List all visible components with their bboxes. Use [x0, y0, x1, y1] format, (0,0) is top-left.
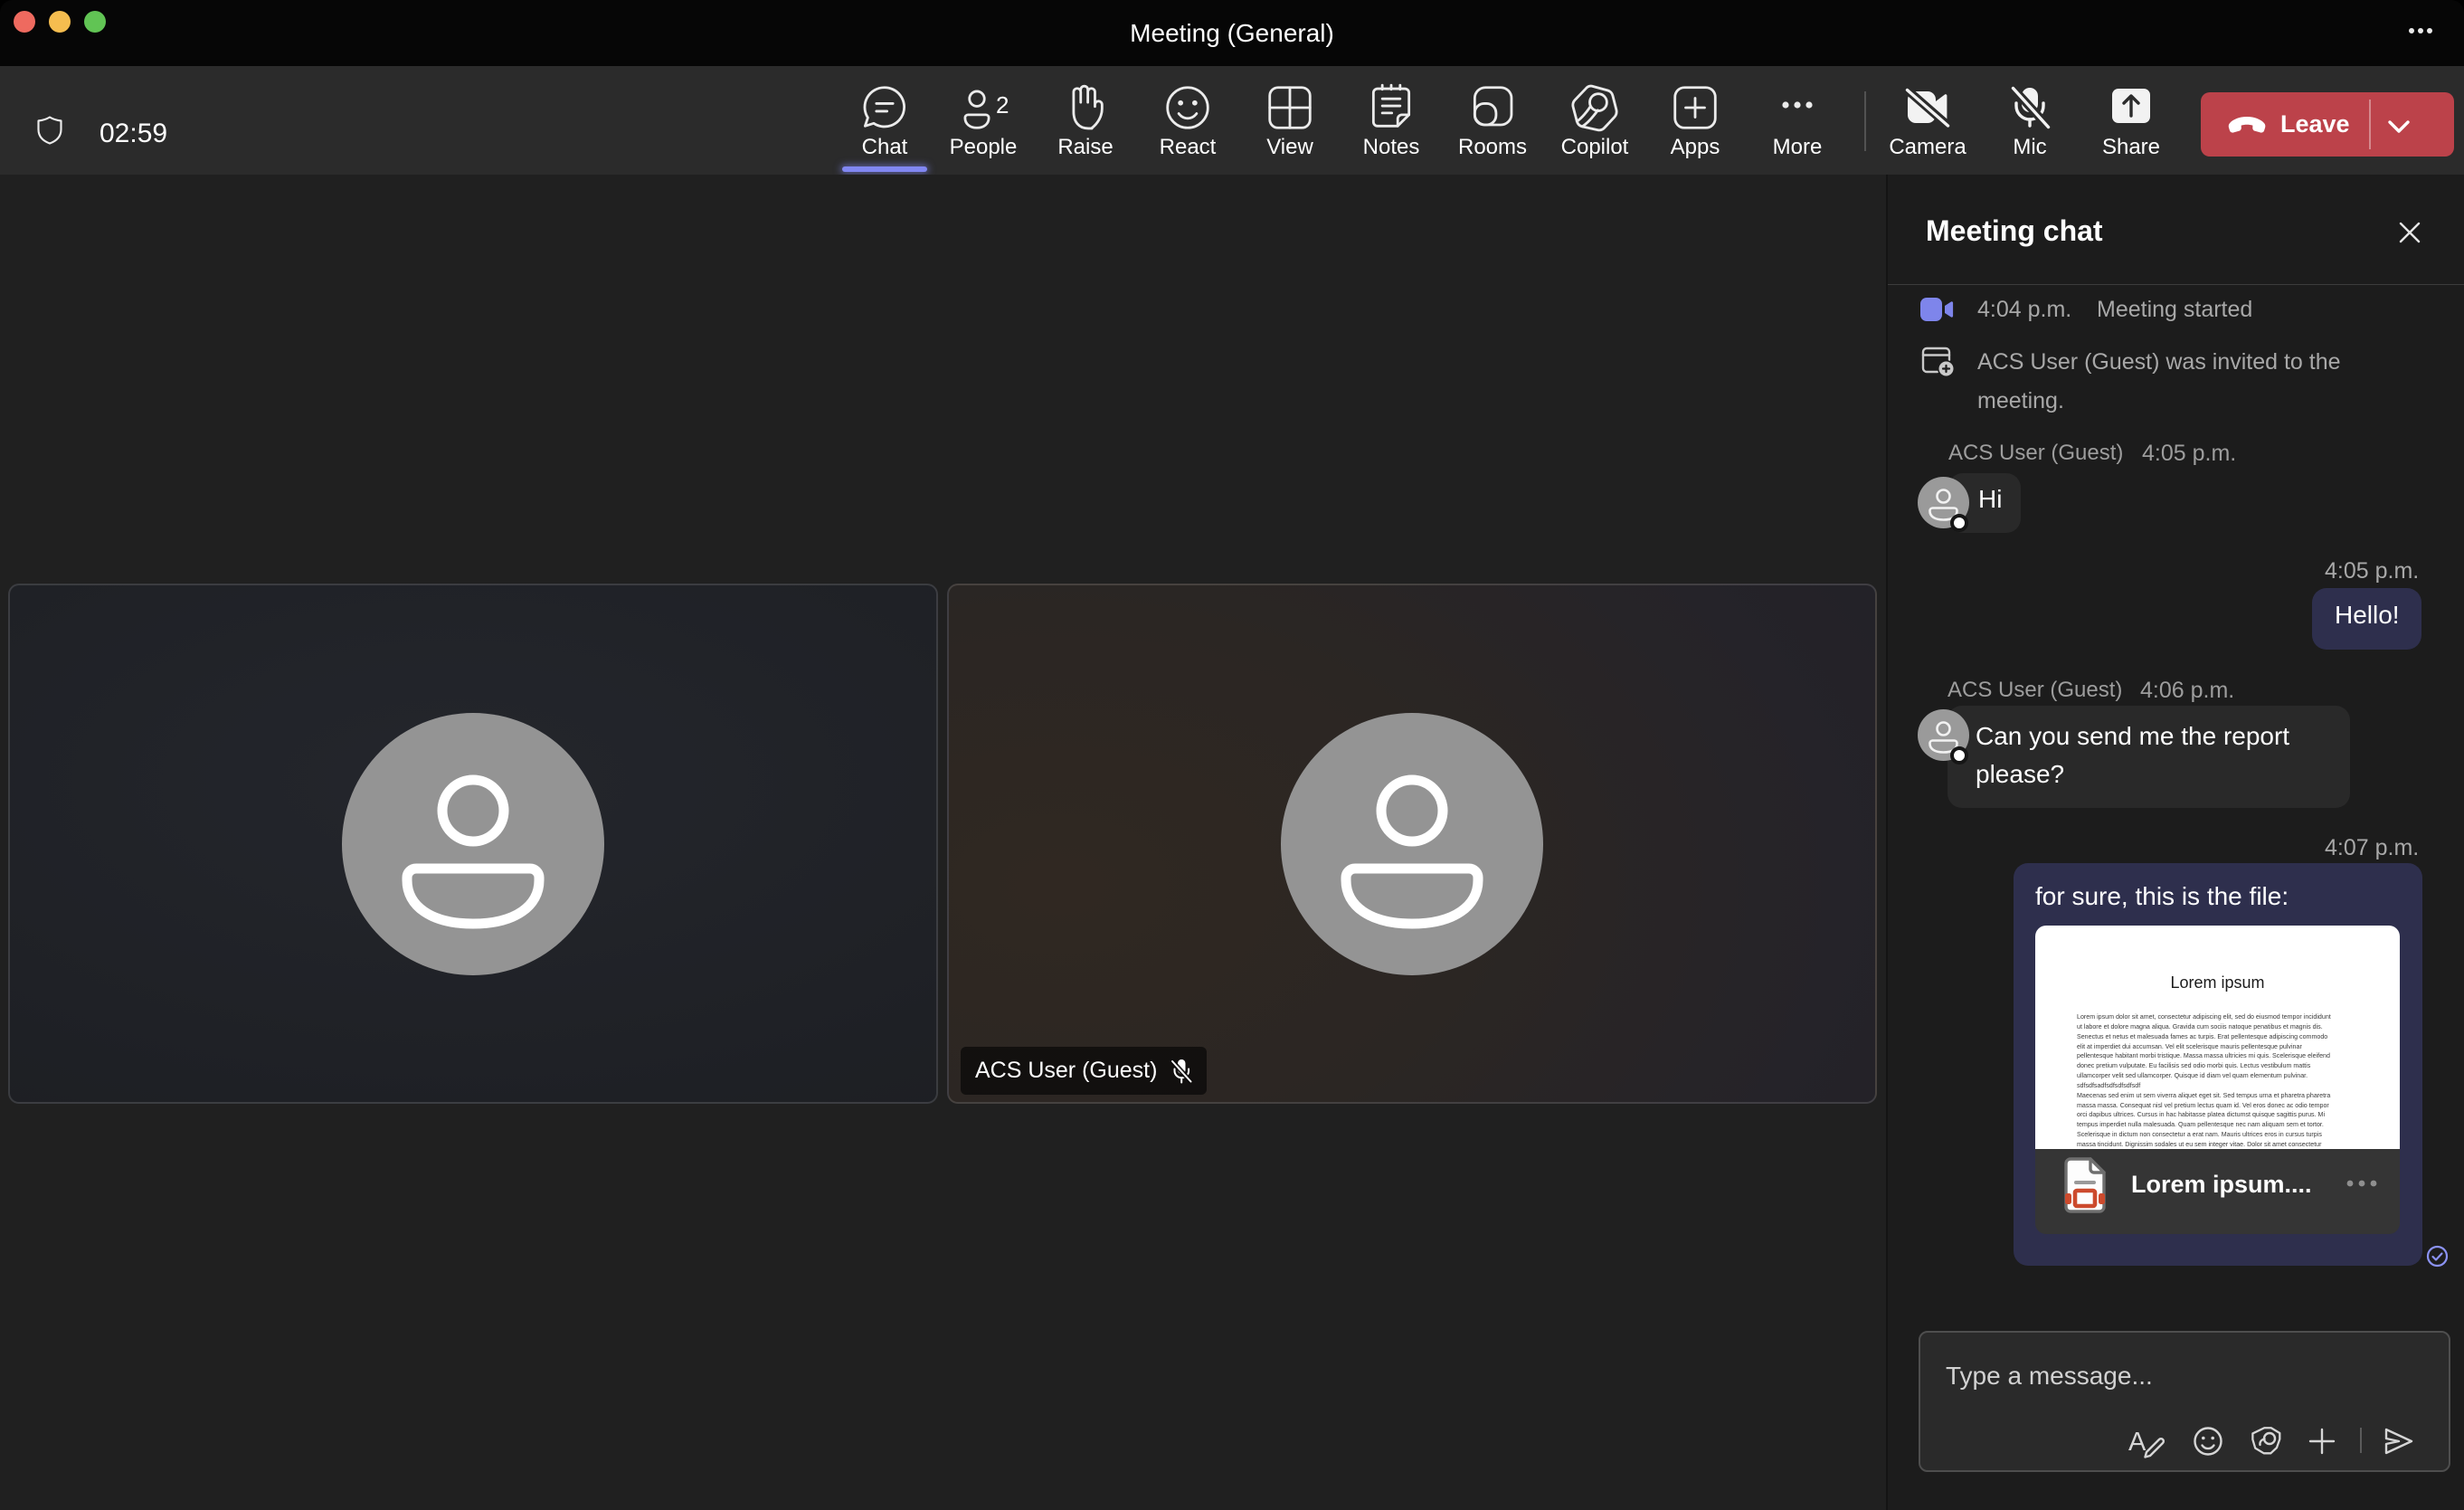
svg-text:A: A — [2128, 1428, 2147, 1457]
